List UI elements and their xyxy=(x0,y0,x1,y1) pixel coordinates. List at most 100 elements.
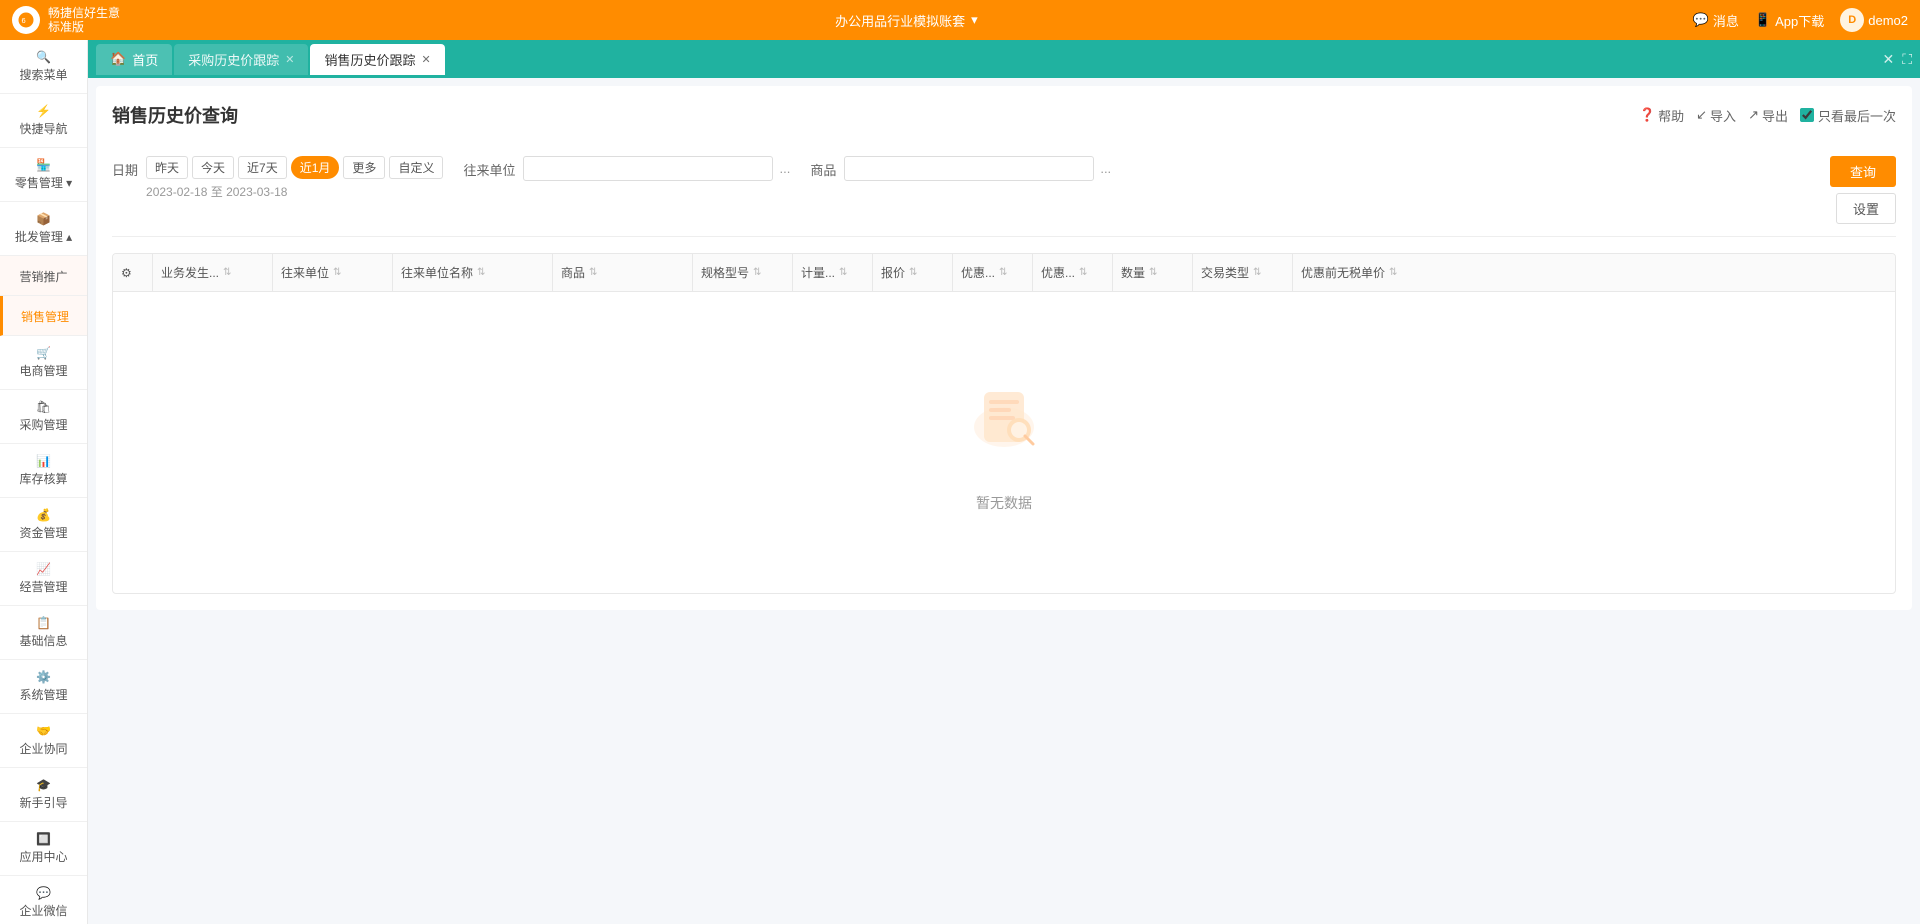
topbar-left: 6 畅捷信好生意 标准版 xyxy=(12,6,120,35)
inventory-icon: 📊 xyxy=(36,454,51,468)
svg-text:6: 6 xyxy=(22,16,26,25)
th-discount1[interactable]: 优惠... xyxy=(953,254,1033,291)
tab-maximize-button[interactable]: ⛶ xyxy=(1902,51,1912,68)
product-filter-group: 商品 ... xyxy=(810,156,1111,181)
th-unit[interactable]: 计量... xyxy=(793,254,873,291)
sidebar-item-wholesale[interactable]: 📦 批发管理 ▴ xyxy=(0,202,87,256)
partner-filter-group: 往来单位 ... xyxy=(463,156,790,181)
partner-ellipsis[interactable]: ... xyxy=(779,161,790,176)
th-product[interactable]: 商品 xyxy=(553,254,693,291)
tab-bar-right: ✕ ⛶ xyxy=(1882,51,1912,68)
tab-purchase-close[interactable]: ✕ xyxy=(285,53,294,66)
export-button[interactable]: ↗ 导出 xyxy=(1748,106,1788,125)
empty-icon xyxy=(959,372,1049,481)
page-title-row: 销售历史价查询 ❓ 帮助 ↙ 导入 ↗ 导出 xyxy=(112,102,1896,128)
basic-icon: 📋 xyxy=(36,616,51,630)
last-only-checkbox[interactable] xyxy=(1800,108,1814,122)
date-btn-7days[interactable]: 近7天 xyxy=(238,156,287,179)
date-range: 2023-02-18 至 2023-03-18 xyxy=(146,183,443,200)
last-only-wrapper[interactable]: 只看最后一次 xyxy=(1800,106,1896,125)
search-icon: 🔍 xyxy=(36,50,51,64)
export-icon: ↗ xyxy=(1748,107,1759,123)
topbar: 6 畅捷信好生意 标准版 办公用品行业模拟账套 ▾ 💬 消息 📱 App下载 D… xyxy=(0,0,1920,40)
guide-icon: 🎓 xyxy=(36,778,51,792)
partner-input[interactable] xyxy=(523,156,773,181)
partner-input-group: ... xyxy=(523,156,790,181)
sidebar-item-wechat[interactable]: 💬 企业微信 xyxy=(0,876,87,924)
tab-sales[interactable]: 销售历史价跟踪 ✕ xyxy=(310,44,444,75)
message-icon: 💬 xyxy=(1693,12,1709,28)
date-btn-today[interactable]: 今天 xyxy=(192,156,234,179)
sidebar-item-system[interactable]: ⚙️ 系统管理 xyxy=(0,660,87,714)
th-settings[interactable]: ⚙ xyxy=(113,254,153,291)
th-discount2[interactable]: 优惠... xyxy=(1033,254,1113,291)
app-download-button[interactable]: 📱 App下载 xyxy=(1755,11,1824,30)
sidebar-item-marketing[interactable]: 营销推广 xyxy=(0,256,87,296)
sidebar-item-inventory[interactable]: 📊 库存核算 xyxy=(0,444,87,498)
avatar: D xyxy=(1840,8,1864,32)
help-button[interactable]: ❓ 帮助 xyxy=(1639,106,1684,125)
settings-gear-icon: ⚙ xyxy=(121,266,132,280)
date-btn-row: 昨天 今天 近7天 近1月 更多 自定义 xyxy=(146,156,443,179)
table-header: ⚙ 业务发生... 往来单位 往来单位名称 商品 xyxy=(113,254,1895,292)
tab-sales-close[interactable]: ✕ xyxy=(421,53,430,66)
message-button[interactable]: 💬 消息 xyxy=(1693,11,1739,30)
query-button[interactable]: 查询 xyxy=(1830,156,1896,187)
page-title: 销售历史价查询 xyxy=(112,102,238,128)
download-icon: 📱 xyxy=(1755,12,1771,28)
empty-state: 暂无数据 xyxy=(113,292,1895,593)
ecommerce-icon: 🛒 xyxy=(36,346,51,360)
product-input[interactable] xyxy=(844,156,1094,181)
tab-purchase[interactable]: 采购历史价跟踪 ✕ xyxy=(174,44,308,75)
system-icon: ⚙️ xyxy=(36,670,51,684)
date-btn-more[interactable]: 更多 xyxy=(343,156,385,179)
date-buttons: 昨天 今天 近7天 近1月 更多 自定义 2023-02-18 至 2023-0… xyxy=(146,156,443,200)
tab-bar: 🏠 首页 采购历史价跟踪 ✕ 销售历史价跟踪 ✕ ✕ ⛶ xyxy=(88,40,1920,78)
wechat-icon: 💬 xyxy=(36,886,51,900)
th-txtype[interactable]: 交易类型 xyxy=(1193,254,1293,291)
filter-bar: 日期 昨天 今天 近7天 近1月 更多 自定义 2023-02-18 至 202… xyxy=(112,144,1896,237)
sidebar-item-purchase[interactable]: 🛍 采购管理 xyxy=(0,390,87,444)
sidebar-item-retail[interactable]: 🏪 零售管理 ▾ xyxy=(0,148,87,202)
date-btn-1month[interactable]: 近1月 xyxy=(291,156,340,179)
user-menu[interactable]: D demo2 xyxy=(1840,8,1908,32)
date-btn-yesterday[interactable]: 昨天 xyxy=(146,156,188,179)
table-wrapper: ⚙ 业务发生... 往来单位 往来单位名称 商品 xyxy=(112,253,1896,594)
date-label: 日期 xyxy=(112,156,138,179)
product-input-group: ... xyxy=(844,156,1111,181)
content-area: 🏠 首页 采购历史价跟踪 ✕ 销售历史价跟踪 ✕ ✕ ⛶ 销售历史价查询 xyxy=(88,40,1920,924)
sidebar-item-operations[interactable]: 📈 经营管理 xyxy=(0,552,87,606)
sidebar-item-shortcut[interactable]: ⚡ 快捷导航 xyxy=(0,94,87,148)
sidebar-item-basic[interactable]: 📋 基础信息 xyxy=(0,606,87,660)
import-button[interactable]: ↙ 导入 xyxy=(1696,106,1736,125)
home-icon: 🏠 xyxy=(110,51,126,67)
brand-text: 畅捷信好生意 标准版 xyxy=(48,6,120,35)
app-selector[interactable]: 办公用品行业模拟账套 ▾ xyxy=(835,11,978,30)
tab-home[interactable]: 🏠 首页 xyxy=(96,44,172,75)
wholesale-icon: 📦 xyxy=(36,212,51,226)
retail-icon: 🏪 xyxy=(36,158,51,172)
main-layout: 🔍 搜索菜单 ⚡ 快捷导航 🏪 零售管理 ▾ 📦 批发管理 ▴ 营销推广 销售管… xyxy=(0,40,1920,924)
sidebar-item-search[interactable]: 🔍 搜索菜单 xyxy=(0,40,87,94)
sidebar-item-enterprise[interactable]: 🤝 企业协同 xyxy=(0,714,87,768)
th-partner-name[interactable]: 往来单位名称 xyxy=(393,254,553,291)
sidebar-item-guide[interactable]: 🎓 新手引导 xyxy=(0,768,87,822)
page-content: 销售历史价查询 ❓ 帮助 ↙ 导入 ↗ 导出 xyxy=(88,78,1920,924)
th-spec[interactable]: 规格型号 xyxy=(693,254,793,291)
product-ellipsis[interactable]: ... xyxy=(1100,161,1111,176)
th-notax[interactable]: 优惠前无税单价 xyxy=(1293,254,1895,291)
th-qty[interactable]: 数量 xyxy=(1113,254,1193,291)
th-partner-code[interactable]: 往来单位 xyxy=(273,254,393,291)
sidebar-item-sales[interactable]: 销售管理 xyxy=(0,296,87,336)
sidebar-item-ecommerce[interactable]: 🛒 电商管理 xyxy=(0,336,87,390)
sidebar-item-apps[interactable]: 🔲 应用中心 xyxy=(0,822,87,876)
help-icon: ❓ xyxy=(1639,107,1655,123)
th-price[interactable]: 报价 xyxy=(873,254,953,291)
th-bizdate[interactable]: 业务发生... xyxy=(153,254,273,291)
sidebar-item-finance[interactable]: 💰 资金管理 xyxy=(0,498,87,552)
empty-text: 暂无数据 xyxy=(976,493,1032,513)
topbar-right: 💬 消息 📱 App下载 D demo2 xyxy=(1693,8,1908,32)
settings-button[interactable]: 设置 xyxy=(1836,193,1896,224)
tab-close-all-button[interactable]: ✕ xyxy=(1882,51,1894,68)
date-btn-custom[interactable]: 自定义 xyxy=(389,156,443,179)
